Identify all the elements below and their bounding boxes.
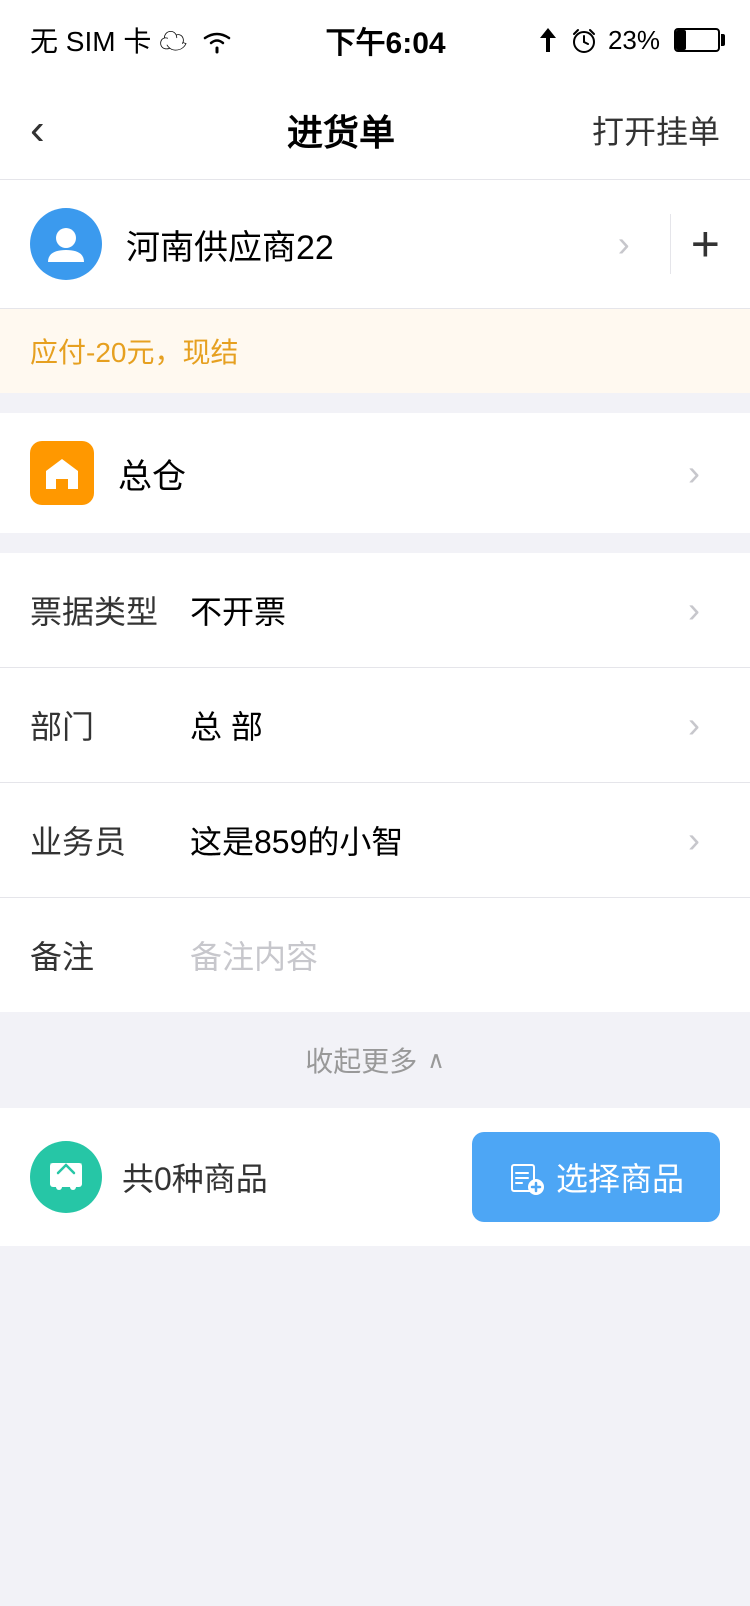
- back-button[interactable]: ‹: [30, 105, 90, 155]
- status-bar: 无 SIM 卡 ☁ 下午6:04 23%: [0, 0, 750, 80]
- supplier-row[interactable]: 河南供应商22 › +: [0, 180, 750, 309]
- sim-label: 无 SIM 卡 ☁: [30, 20, 187, 60]
- location-icon: [536, 26, 560, 54]
- select-product-button[interactable]: 选择商品: [472, 1132, 720, 1222]
- product-bar: 共0种商品 选择商品: [0, 1108, 750, 1246]
- department-chevron-icon: ›: [688, 704, 700, 746]
- battery-icon: [674, 28, 720, 52]
- gray-bottom-area: [0, 1246, 750, 1606]
- salesperson-row[interactable]: 业务员 这是859的小智 ›: [0, 783, 750, 898]
- invoice-type-label: 票据类型: [30, 587, 170, 633]
- wifi-icon: [199, 26, 235, 54]
- invoice-type-value: 不开票: [170, 587, 688, 633]
- supplier-name: 河南供应商22: [126, 220, 618, 269]
- divider: [670, 214, 671, 274]
- notice-text: 应付-20元，现结: [30, 337, 238, 368]
- warehouse-row[interactable]: 总仓 ›: [0, 413, 750, 533]
- status-right: 23%: [536, 25, 720, 56]
- warehouse-chevron-icon: ›: [688, 452, 700, 494]
- product-count: 共0种商品: [122, 1154, 472, 1200]
- form-section: 票据类型 不开票 › 部门 总 部 › 业务员 这是859的小智 › 备注 备注…: [0, 553, 750, 1012]
- page-title: 进货单: [287, 104, 395, 156]
- warehouse-card: 总仓 ›: [0, 413, 750, 533]
- status-time: 下午6:04: [326, 18, 446, 62]
- alarm-icon: [570, 26, 598, 54]
- department-row[interactable]: 部门 总 部 ›: [0, 668, 750, 783]
- collapse-icon: ∧: [427, 1046, 445, 1075]
- supplier-avatar: [30, 208, 102, 280]
- salesperson-label: 业务员: [30, 817, 170, 863]
- salesperson-chevron-icon: ›: [688, 819, 700, 861]
- nav-bar: ‹ 进货单 打开挂单: [0, 80, 750, 180]
- remark-input[interactable]: 备注内容: [170, 932, 720, 978]
- select-product-icon: [508, 1159, 544, 1195]
- product-icon: [30, 1141, 102, 1213]
- status-left: 无 SIM 卡 ☁: [30, 20, 235, 60]
- remark-label: 备注: [30, 932, 170, 978]
- warehouse-icon: [30, 441, 94, 505]
- collapse-label: 收起更多: [305, 1040, 417, 1080]
- cart-icon: [44, 1155, 88, 1199]
- supplier-chevron-icon: ›: [618, 223, 630, 265]
- user-icon: [44, 222, 88, 266]
- warehouse-name: 总仓: [118, 449, 688, 498]
- invoice-type-chevron-icon: ›: [688, 589, 700, 631]
- battery-percent: 23%: [608, 25, 660, 56]
- department-label: 部门: [30, 702, 170, 748]
- house-icon: [42, 453, 82, 493]
- department-value: 总 部: [170, 702, 688, 748]
- content: 河南供应商22 › + 应付-20元，现结 总仓 › 票据类型 不开票 ›: [0, 180, 750, 1606]
- select-product-label: 选择商品: [556, 1154, 684, 1200]
- open-pending-button[interactable]: 打开挂单: [592, 107, 720, 153]
- salesperson-value: 这是859的小智: [170, 817, 688, 863]
- remark-row[interactable]: 备注 备注内容: [0, 898, 750, 1012]
- notice-banner: 应付-20元，现结: [0, 309, 750, 393]
- supplier-card: 河南供应商22 › + 应付-20元，现结: [0, 180, 750, 393]
- collapse-row[interactable]: 收起更多 ∧: [0, 1012, 750, 1108]
- add-supplier-button[interactable]: +: [691, 219, 720, 269]
- invoice-type-row[interactable]: 票据类型 不开票 ›: [0, 553, 750, 668]
